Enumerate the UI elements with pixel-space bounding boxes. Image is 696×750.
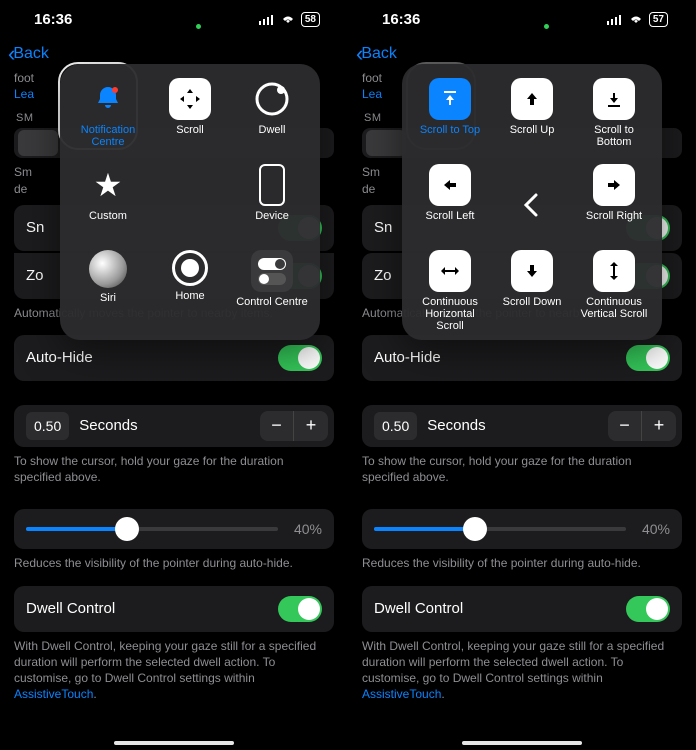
star-icon: ★ bbox=[87, 164, 129, 206]
menu-dwell[interactable]: Dwell bbox=[232, 76, 312, 160]
arrow-left-icon bbox=[429, 164, 471, 206]
seconds-stepper[interactable]: −+ bbox=[608, 411, 676, 441]
back-label: Back bbox=[13, 45, 49, 63]
slider-value: 40% bbox=[288, 521, 322, 537]
menu-continuous-v-scroll[interactable]: Continuous Vertical Scroll bbox=[574, 248, 654, 332]
menu-empty bbox=[150, 162, 230, 246]
arrow-down-icon bbox=[511, 250, 553, 292]
status-time: 16:36 bbox=[34, 11, 72, 28]
menu-notification-centre[interactable]: Notification Centre bbox=[68, 76, 148, 160]
device-icon bbox=[259, 164, 285, 206]
intro-partial: foot bbox=[14, 71, 34, 85]
menu-back[interactable] bbox=[492, 162, 572, 246]
seconds-stepper[interactable]: − + bbox=[260, 411, 328, 441]
battery-icon: 58 bbox=[301, 12, 320, 27]
menu-continuous-h-scroll[interactable]: Continuous Horizontal Scroll bbox=[410, 248, 490, 332]
camera-dot bbox=[196, 24, 201, 29]
seconds-hint: To show the cursor, hold your gaze for t… bbox=[14, 453, 334, 485]
back-label: Back bbox=[361, 45, 397, 63]
home-icon bbox=[172, 250, 208, 286]
seconds-value[interactable]: 0.50 bbox=[26, 412, 69, 440]
menu-scroll-left[interactable]: Scroll Left bbox=[410, 162, 490, 246]
seconds-unit: Seconds bbox=[79, 417, 250, 434]
status-time: 16:36 bbox=[382, 11, 420, 28]
dwell-hint: With Dwell Control, keeping your gaze st… bbox=[14, 639, 316, 685]
stepper-plus[interactable]: + bbox=[294, 411, 328, 441]
menu-scroll-up[interactable]: Scroll Up bbox=[492, 76, 572, 160]
autohide-row[interactable]: Auto-Hide bbox=[14, 335, 334, 381]
bell-icon bbox=[92, 83, 124, 115]
back-arrow-icon bbox=[518, 191, 546, 219]
arrow-right-icon bbox=[593, 164, 635, 206]
wifi-icon bbox=[628, 13, 644, 25]
menu-control-centre[interactable]: Control Centre bbox=[232, 248, 312, 332]
menu-custom[interactable]: ★ Custom bbox=[68, 162, 148, 246]
learn-link[interactable]: Lea bbox=[14, 87, 34, 101]
assistivetouch-link[interactable]: AssistiveTouch bbox=[14, 687, 93, 701]
wifi-icon bbox=[280, 13, 296, 25]
control-centre-icon bbox=[251, 250, 293, 292]
opacity-slider[interactable] bbox=[374, 527, 626, 531]
home-indicator[interactable] bbox=[114, 741, 234, 745]
home-indicator[interactable] bbox=[462, 741, 582, 745]
scroll-top-icon bbox=[429, 78, 471, 120]
scroll-icon bbox=[169, 78, 211, 120]
menu-siri[interactable]: Siri bbox=[68, 248, 148, 332]
h-scroll-icon bbox=[429, 250, 471, 292]
dwell-toggle[interactable] bbox=[278, 596, 322, 622]
arrow-up-icon bbox=[511, 78, 553, 120]
camera-dot bbox=[544, 24, 549, 29]
menu-home[interactable]: Home bbox=[150, 248, 230, 332]
dwell-row[interactable]: Dwell Control bbox=[14, 586, 334, 632]
seconds-row: 0.50 Seconds −+ bbox=[362, 405, 682, 447]
cellular-icon bbox=[607, 14, 623, 25]
phone-left: 16:36 58 ‹ Back foot Lea SM Sm de Sn bbox=[0, 0, 348, 750]
dwell-row[interactable]: Dwell Control bbox=[362, 586, 682, 632]
slider-hint: Reduces the visibility of the pointer du… bbox=[14, 555, 334, 571]
menu-scroll-to-top[interactable]: Scroll to Top bbox=[410, 76, 490, 160]
menu-device[interactable]: Device bbox=[232, 162, 312, 246]
assistive-menu-scroll[interactable]: Scroll to Top Scroll Up Scroll to Bottom… bbox=[402, 64, 662, 340]
menu-scroll-to-bottom[interactable]: Scroll to Bottom bbox=[574, 76, 654, 160]
menu-scroll-right[interactable]: Scroll Right bbox=[574, 162, 654, 246]
autohide-toggle[interactable] bbox=[278, 345, 322, 371]
dynamic-island bbox=[476, 12, 568, 38]
assistive-menu[interactable]: Notification Centre Scroll Dwell ★ Custo… bbox=[60, 64, 320, 340]
phone-right: 16:36 57 ‹ Back footLea SM Sm de Sn Zo A… bbox=[348, 0, 696, 750]
battery-icon: 57 bbox=[649, 12, 668, 27]
autohide-row[interactable]: Auto-Hide bbox=[362, 335, 682, 381]
slider-thumb[interactable] bbox=[115, 517, 139, 541]
cellular-icon bbox=[259, 14, 275, 25]
dynamic-island bbox=[128, 12, 220, 38]
opacity-slider-row: 40% bbox=[14, 509, 334, 549]
siri-icon bbox=[89, 250, 127, 288]
dwell-icon bbox=[251, 78, 293, 120]
scroll-bottom-icon bbox=[593, 78, 635, 120]
v-scroll-icon bbox=[593, 250, 635, 292]
opacity-slider[interactable] bbox=[26, 527, 278, 531]
seconds-row: 0.50 Seconds − + bbox=[14, 405, 334, 447]
menu-scroll[interactable]: Scroll bbox=[150, 76, 230, 160]
menu-scroll-down[interactable]: Scroll Down bbox=[492, 248, 572, 332]
stepper-minus[interactable]: − bbox=[260, 411, 294, 441]
